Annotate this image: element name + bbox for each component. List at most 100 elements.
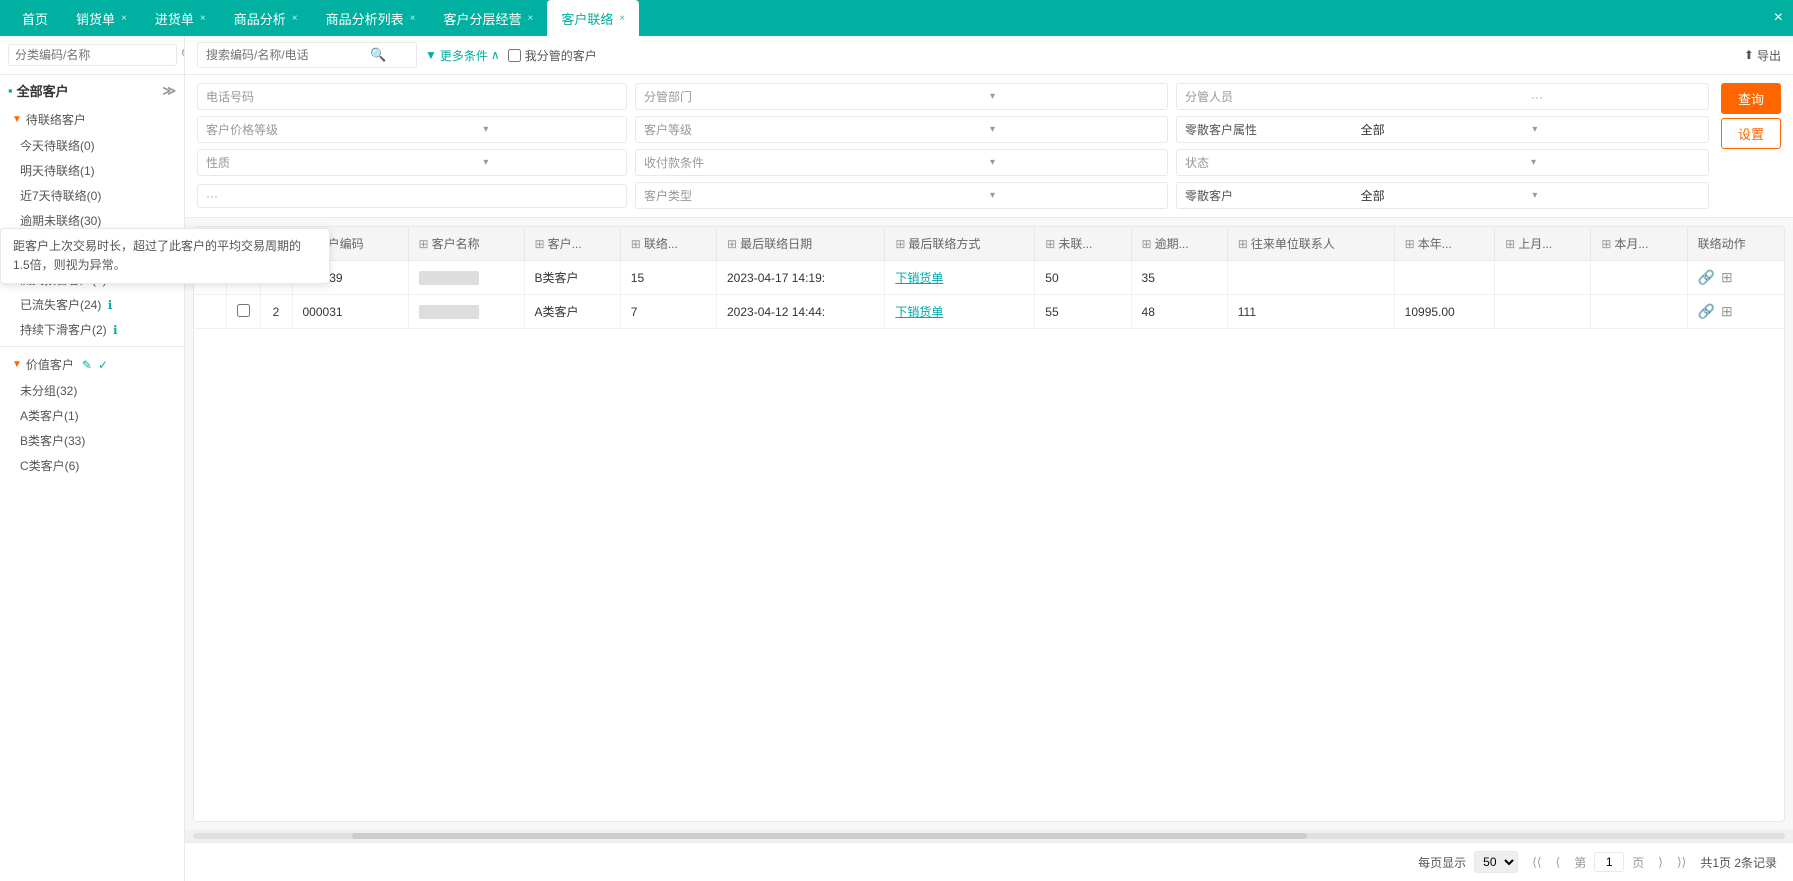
sidebar-value-group[interactable]: ▼ 价值客户 ✎ ✓ [0, 351, 184, 378]
sidebar-item-c-class[interactable]: C类客户(6) [0, 453, 184, 478]
th-last-contact-method[interactable]: ⊞最后联络方式 [885, 227, 1035, 261]
manager-dots: ··· [1531, 90, 1700, 104]
nav-customer-segmentation[interactable]: 客户分层经营 × [429, 0, 547, 36]
retail-attr-label: 零散客户属性 [1185, 121, 1353, 138]
sidebar-pending-group[interactable]: ▼ 待联络客户 [0, 106, 184, 133]
row2-contact-icon[interactable]: 🔗 [1698, 303, 1715, 320]
sidebar-collapse-icon[interactable]: ≫ [162, 83, 176, 99]
th-last-contact-date[interactable]: ⊞最后联络日期 [717, 227, 885, 261]
search-input[interactable] [206, 48, 366, 62]
dept-filter[interactable]: 分管部门 ▾ [635, 83, 1168, 110]
nav-sales-order[interactable]: 销货单 × [62, 0, 141, 36]
th-customer-type[interactable]: ⊞客户... [524, 227, 620, 261]
retail-attr-filter[interactable]: 零散客户属性 全部 ▾ [1176, 116, 1709, 143]
customer-grade-filter[interactable]: 客户等级 ▾ [635, 116, 1168, 143]
customer-type-chevron-icon: ▾ [990, 190, 1159, 201]
th-overdue[interactable]: ⊞逾期... [1131, 227, 1227, 261]
dots-filter[interactable]: ··· [197, 184, 627, 208]
customer-grade-chevron-icon: ▾ [990, 124, 1159, 135]
sidebar-item-a-class[interactable]: A类客户(1) [0, 403, 184, 428]
sidebar-item-today-pending[interactable]: 今天待联络(0) [0, 133, 184, 158]
customer-grade-label: 客户等级 [644, 121, 813, 138]
settings-button[interactable]: 设置 [1721, 118, 1781, 149]
page-input[interactable] [1594, 852, 1624, 872]
value-group-edit-icon[interactable]: ✎ [82, 358, 92, 372]
price-grade-label: 客户价格等级 [206, 121, 341, 138]
row1-unread: 50 [1035, 261, 1131, 295]
row1-last-contact-method[interactable]: 下销货单 [885, 261, 1035, 295]
filter-icon: ▼ [425, 48, 437, 62]
status-filter[interactable]: 状态 ▾ [1176, 149, 1709, 176]
close-product-analysis-icon[interactable]: × [292, 13, 298, 24]
row2-contact-method-link[interactable]: 下销货单 [895, 305, 943, 319]
nav-customer-contact[interactable]: 客户联络 × [547, 0, 639, 36]
per-page-select[interactable]: 50 [1474, 851, 1518, 873]
payment-filter[interactable]: 收付款条件 ▾ [635, 149, 1168, 176]
sidebar-item-churned[interactable]: 已流失客户(24) ℹ [0, 292, 184, 317]
payment-label: 收付款条件 [644, 154, 813, 171]
pending-group-triangle-icon: ▼ [12, 114, 22, 125]
sidebar-all-customers[interactable]: ▪ 全部客户 ≫ [0, 75, 184, 106]
close-product-analysis-list-icon[interactable]: × [410, 13, 416, 24]
retail-customer-filter[interactable]: 零散客户 全部 ▾ [1176, 182, 1709, 209]
row2-more-icon[interactable]: ⊞ [1721, 303, 1733, 320]
my-customers-checkbox[interactable]: 我分管的客户 [508, 47, 597, 64]
per-page-label: 每页显示 [1418, 854, 1466, 871]
export-icon: ⬆ [1744, 48, 1754, 62]
close-customer-contact-icon[interactable]: × [619, 13, 625, 24]
row1-last-contact-date: 2023-04-17 14:19: [717, 261, 885, 295]
nature-filter[interactable]: 性质 ▾ [197, 149, 627, 176]
th-this-year[interactable]: ⊞本年... [1394, 227, 1494, 261]
scrollbar-thumb[interactable] [352, 833, 1307, 839]
nav-product-analysis[interactable]: 商品分析 × [220, 0, 312, 36]
nav-purchase-order[interactable]: 进货单 × [141, 0, 220, 36]
sidebar-item-declining[interactable]: 持续下滑客户(2) ℹ [0, 317, 184, 342]
row2-name-blurred [419, 305, 479, 319]
window-close-icon[interactable]: × [1774, 9, 1783, 27]
row2-overdue: 48 [1131, 295, 1227, 329]
query-button[interactable]: 查询 [1721, 83, 1781, 114]
more-conditions-button[interactable]: ▼ 更多条件 ∧ [425, 47, 500, 64]
customer-type-filter[interactable]: 客户类型 ▾ [635, 182, 1168, 209]
filter-row-2: 客户价格等级 ▾ 客户等级 ▾ 零散客户属性 全部 ▾ [197, 116, 1709, 143]
th-this-month[interactable]: ⊞本月... [1591, 227, 1687, 261]
close-sales-order-icon[interactable]: × [121, 13, 127, 24]
search-icon[interactable]: 🔍 [370, 47, 386, 63]
value-group-check-icon[interactable]: ✓ [98, 358, 108, 372]
manager-filter[interactable]: 分管人员 ··· [1176, 83, 1709, 110]
my-customers-check[interactable] [508, 49, 521, 62]
nav-home[interactable]: 首页 [8, 0, 62, 36]
nav-product-analysis-list[interactable]: 商品分析列表 × [312, 0, 430, 36]
row1-contact-icon[interactable]: 🔗 [1698, 269, 1715, 286]
next-page-icon[interactable]: ⟩ [1652, 853, 1669, 871]
phone-filter[interactable]: 电话号码 [197, 83, 627, 110]
th-customer-name[interactable]: ⊞客户名称 [408, 227, 524, 261]
close-customer-segmentation-icon[interactable]: × [527, 13, 533, 24]
page-navigation: ⟨⟨ ⟨ 第 页 ⟩ ⟩⟩ [1526, 852, 1692, 873]
row1-contact-method-link[interactable]: 下销货单 [895, 271, 943, 285]
row2-last-contact-method[interactable]: 下销货单 [885, 295, 1035, 329]
export-button[interactable]: ⬆ 导出 [1744, 47, 1781, 64]
th-contact-person[interactable]: ⊞往来单位联系人 [1227, 227, 1394, 261]
sidebar-item-b-class[interactable]: B类客户(33) [0, 428, 184, 453]
close-purchase-order-icon[interactable]: × [200, 13, 206, 24]
row2-select-checkbox[interactable] [237, 304, 250, 317]
row2-contact-person: 111 [1227, 295, 1394, 329]
th-unread[interactable]: ⊞未联... [1035, 227, 1131, 261]
data-table-area: ⚙ ⊞客户编码 ⊞客户名称 ⊞客户... [193, 226, 1785, 822]
filter-row-1: 电话号码 分管部门 ▾ 分管人员 ··· [197, 83, 1709, 110]
sidebar-item-7days-pending[interactable]: 近7天待联络(0) [0, 183, 184, 208]
th-last-month[interactable]: ⊞上月... [1495, 227, 1591, 261]
first-page-icon[interactable]: ⟨⟨ [1526, 853, 1547, 871]
prev-page-icon[interactable]: ⟨ [1550, 853, 1567, 871]
manager-label: 分管人员 [1185, 88, 1354, 105]
row1-more-icon[interactable]: ⊞ [1721, 269, 1733, 286]
horizontal-scrollbar[interactable] [185, 830, 1793, 842]
sidebar-item-ungrouped[interactable]: 未分组(32) [0, 378, 184, 403]
price-grade-filter[interactable]: 客户价格等级 ▾ [197, 116, 627, 143]
sidebar-search-input[interactable] [8, 44, 177, 66]
last-page-icon[interactable]: ⟩⟩ [1671, 853, 1692, 871]
sidebar-item-tomorrow-pending[interactable]: 明天待联络(1) [0, 158, 184, 183]
th-contact[interactable]: ⊞联络... [620, 227, 716, 261]
dept-label: 分管部门 [644, 88, 813, 105]
